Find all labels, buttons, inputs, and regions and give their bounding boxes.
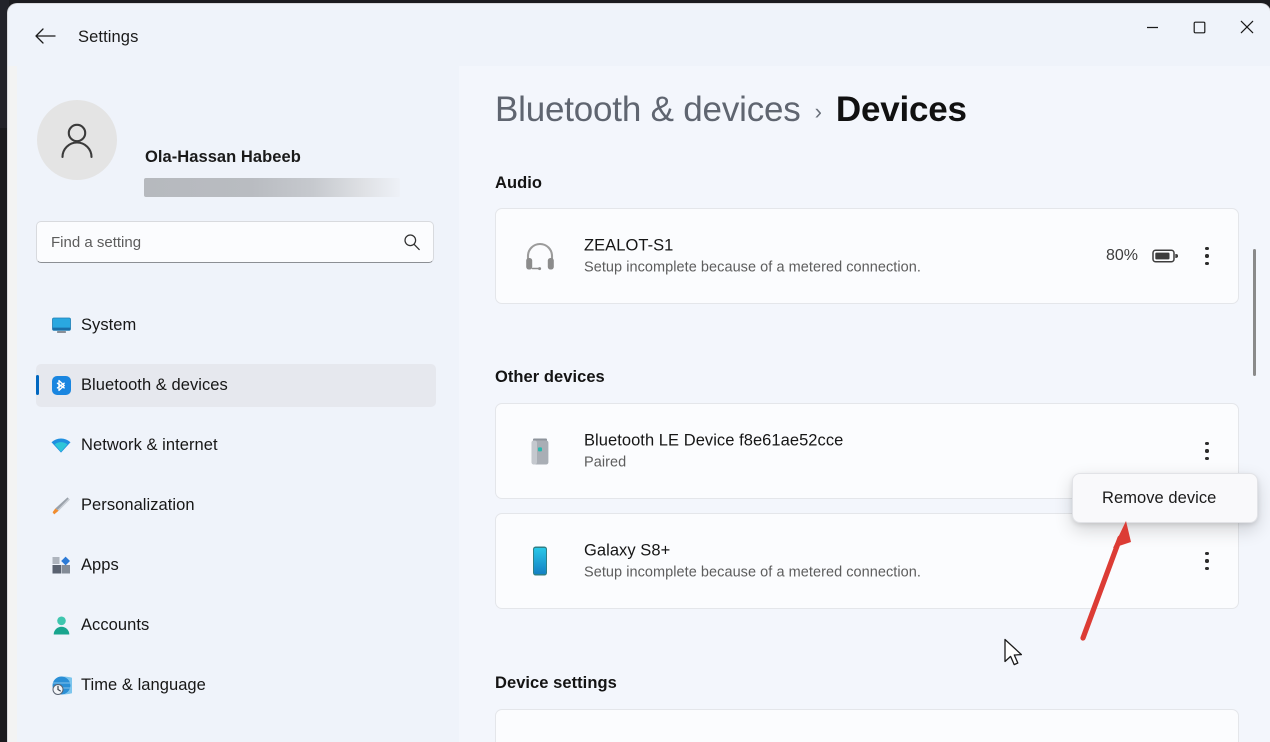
time-language-icon (50, 675, 72, 697)
scrollbar-thumb[interactable] (1253, 249, 1256, 376)
system-icon (50, 315, 72, 337)
apps-icon (50, 555, 72, 577)
page-title: Devices (835, 90, 967, 129)
person-icon (61, 123, 93, 159)
section-heading-device-settings: Device settings (495, 674, 617, 692)
close-icon (1240, 20, 1253, 34)
search-input[interactable] (37, 222, 397, 262)
minimize-icon (1147, 26, 1158, 28)
sidebar-item-network-internet[interactable]: Network & internet (36, 424, 436, 467)
sidebar-item-time-language[interactable]: Time & language (36, 664, 436, 707)
device-status: Paired (584, 454, 627, 471)
battery-icon (1152, 249, 1178, 263)
sidebar-item-accounts[interactable]: Accounts (36, 604, 436, 647)
back-arrow-icon (35, 28, 56, 44)
maximize-button[interactable] (1176, 4, 1223, 50)
app-title: Settings (78, 28, 139, 46)
network-icon (50, 435, 72, 457)
chevron-right-icon: › (814, 99, 822, 124)
accounts-icon (50, 615, 72, 637)
sidebar-item-label: System (81, 316, 137, 334)
sidebar-item-label: Accounts (81, 616, 150, 634)
sidebar-item-label: Network & internet (81, 436, 218, 454)
sidebar-item-personalization[interactable]: Personalization (36, 484, 436, 527)
sidebar-item-system[interactable]: System (36, 304, 436, 347)
sidebar-item-label: Personalization (81, 496, 195, 514)
device-name: Bluetooth LE Device f8e61ae52cce (584, 431, 844, 450)
window-controls (1129, 4, 1270, 50)
section-heading-audio: Audio (495, 174, 542, 192)
minimize-button[interactable] (1129, 4, 1176, 50)
account-name: Ola-Hassan Habeeb (145, 148, 301, 166)
device-status: Setup incomplete because of a metered co… (584, 259, 921, 276)
sidebar-item-label: Bluetooth & devices (81, 376, 228, 394)
headset-icon (518, 234, 562, 278)
breadcrumb-parent[interactable]: Bluetooth & devices (495, 90, 801, 130)
device-card-zealot[interactable]: ZEALOT-S1 Setup incomplete because of a … (495, 208, 1239, 304)
menu-item-remove-device[interactable]: Remove device (1073, 489, 1216, 508)
content-pane: Bluetooth & devices › Devices Audio ZEAL… (459, 66, 1270, 742)
device-status: Setup incomplete because of a metered co… (584, 564, 921, 581)
bluetooth-icon (50, 375, 72, 397)
account-email-redacted (144, 178, 400, 197)
content-scrollbar[interactable] (1248, 66, 1262, 742)
screen: Settings Ola-Hassan Habeeb Find a settin… (0, 0, 1270, 742)
breadcrumb: Bluetooth & devices › Devices (495, 90, 967, 130)
sidebar-item-apps[interactable]: Apps (36, 544, 436, 587)
account-block[interactable]: Ola-Hassan Habeeb (37, 100, 437, 197)
close-button[interactable] (1223, 4, 1270, 50)
device-more-options-button[interactable] (1192, 543, 1222, 579)
title-bar: Settings (8, 4, 1270, 66)
avatar (37, 100, 117, 180)
device-name: Galaxy S8+ (584, 541, 671, 560)
sidebar-item-label: Apps (81, 556, 119, 574)
phone-icon (518, 539, 562, 583)
sidebar-nav: System Bluetooth & devices Network & int… (36, 304, 436, 724)
device-card-galaxy-s8[interactable]: Galaxy S8+ Setup incomplete because of a… (495, 513, 1239, 609)
sidebar: Ola-Hassan Habeeb Find a setting System … (17, 66, 459, 742)
settings-window: Settings Ola-Hassan Habeeb Find a settin… (8, 4, 1270, 742)
maximize-icon (1193, 21, 1206, 33)
search-box[interactable] (36, 221, 434, 263)
device-settings-card[interactable]: Show notifications to connect using Swif… (495, 709, 1239, 742)
search-icon (404, 234, 420, 251)
mouse-cursor (1004, 638, 1023, 666)
battery-percent: 80% (1105, 247, 1138, 264)
back-button[interactable] (26, 20, 64, 52)
sidebar-item-label: Time & language (81, 676, 206, 694)
device-more-options-button[interactable] (1192, 433, 1222, 469)
context-menu: Remove device (1072, 473, 1258, 523)
sidebar-item-bluetooth-devices[interactable]: Bluetooth & devices (36, 364, 436, 407)
device-name: ZEALOT-S1 (584, 236, 674, 255)
section-heading-other-devices: Other devices (495, 368, 605, 386)
bluetooth-le-device-icon (518, 429, 562, 473)
device-more-options-button[interactable] (1192, 238, 1222, 274)
personalization-icon (50, 495, 72, 517)
